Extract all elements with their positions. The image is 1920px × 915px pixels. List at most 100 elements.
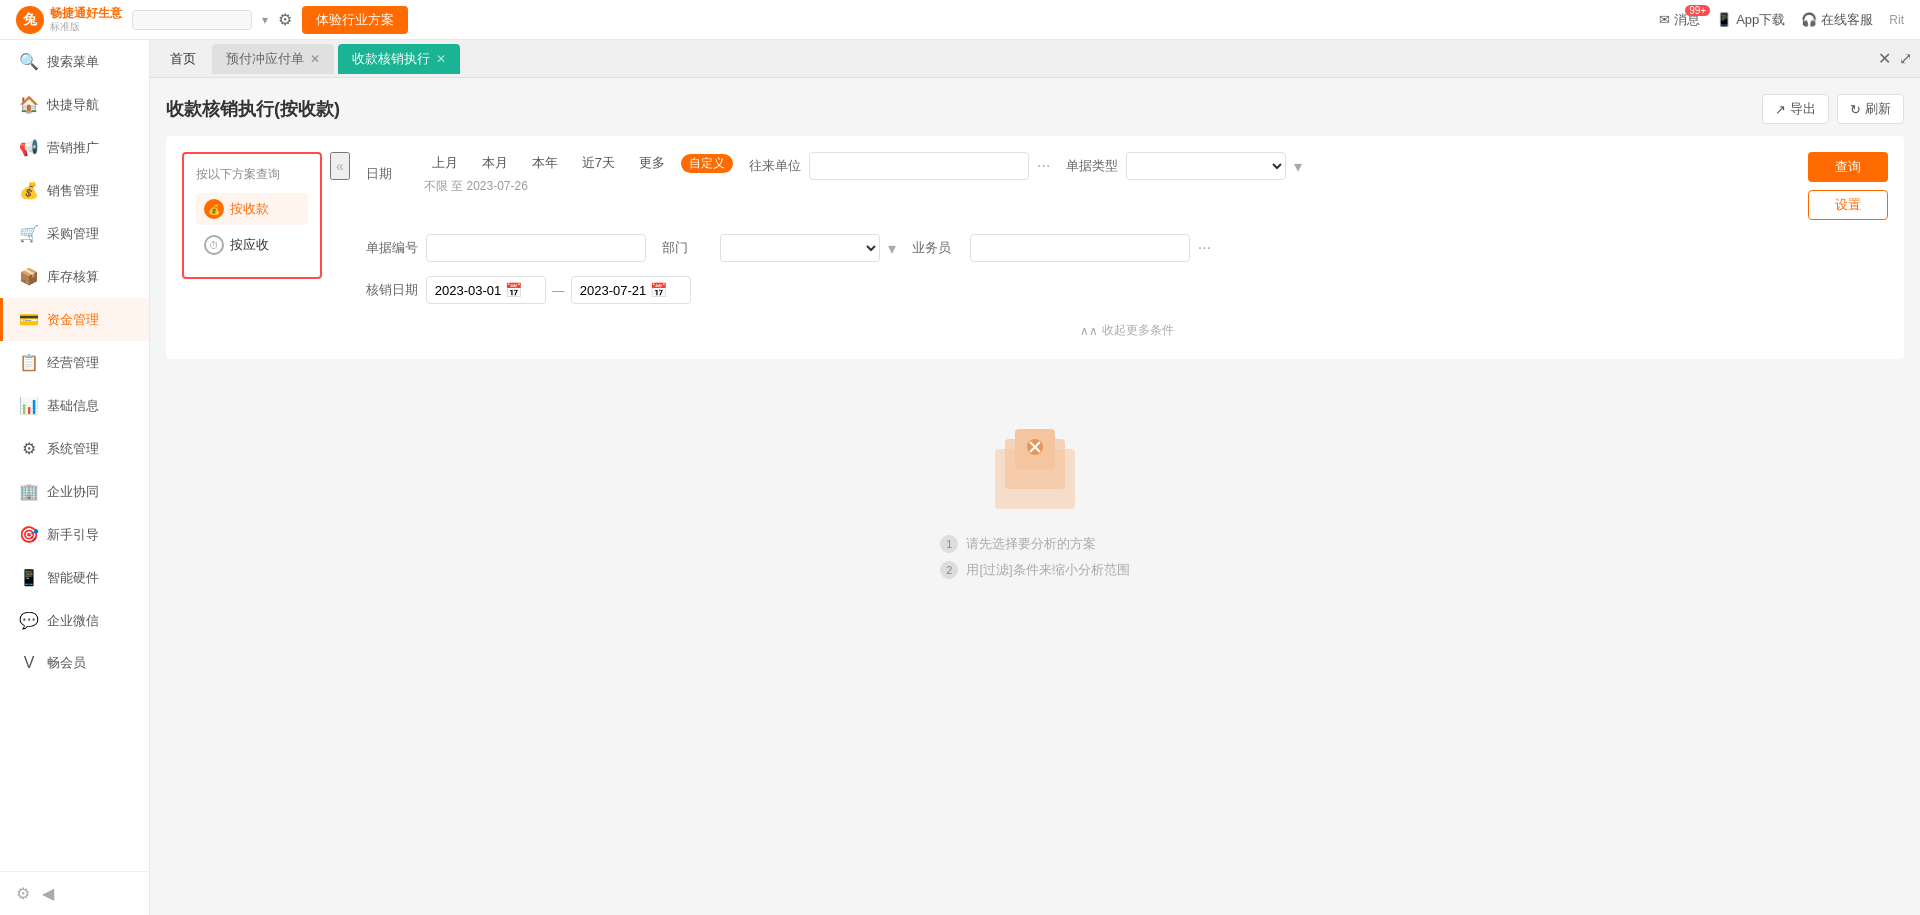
tab-bar-right: ✕ ⤢ [1878, 49, 1912, 68]
sidebar-item-basicinfo[interactable]: 📊 基础信息 [0, 384, 149, 427]
filter-scheme-title: 按以下方案查询 [196, 166, 308, 183]
page-actions: ↗ 导出 ↻ 刷新 [1762, 94, 1904, 124]
sales-icon: 💰 [19, 181, 39, 200]
sidebar-item-purchase[interactable]: 🛒 采购管理 [0, 212, 149, 255]
sidebar-item-inventory[interactable]: 📦 库存核算 [0, 255, 149, 298]
more-conditions-label: 收起更多条件 [1102, 322, 1174, 339]
sidebar-item-marketing[interactable]: 📢 营销推广 [0, 126, 149, 169]
refresh-button[interactable]: ↻ 刷新 [1837, 94, 1904, 124]
calendar-end-icon[interactable]: 📅 [650, 282, 667, 298]
settings-button[interactable]: 设置 [1808, 190, 1888, 220]
dept-select[interactable] [720, 234, 880, 262]
sidebar-item-enterprise[interactable]: 🏢 企业协同 [0, 470, 149, 513]
verify-date-range: 2023-03-01 📅 — 2023-07-21 📅 [426, 276, 691, 304]
more-conditions-button[interactable]: ∧∧ 收起更多条件 [1068, 318, 1186, 343]
member-icon: V [19, 654, 39, 672]
dept-label: 部门 [662, 239, 712, 257]
workspace-input[interactable] [132, 10, 252, 30]
sidebar-label-guide: 新手引导 [47, 526, 99, 544]
query-buttons: 查询 设置 [1808, 152, 1888, 220]
sidebar-item-search[interactable]: 🔍 搜索菜单 [0, 40, 149, 83]
message-button[interactable]: ✉ 消息 99+ [1659, 11, 1700, 29]
hardware-icon: 📱 [19, 568, 39, 587]
counterpart-field: 往来单位 ··· [749, 152, 1050, 180]
refresh-icon: ↻ [1850, 102, 1861, 117]
sidebar-item-system[interactable]: ⚙ 系统管理 [0, 427, 149, 470]
operation-icon: 📋 [19, 353, 39, 372]
query-button[interactable]: 查询 [1808, 152, 1888, 182]
dept-dropdown-icon[interactable]: ▾ [888, 239, 896, 258]
filter-option-receivable-label: 按应收 [230, 236, 269, 254]
tab-expand-button[interactable]: ⤢ [1899, 49, 1912, 68]
date-btn-last-month[interactable]: 上月 [424, 152, 466, 174]
sidebar-item-guide[interactable]: 🎯 新手引导 [0, 513, 149, 556]
logo-title: 畅捷通好生意 [50, 6, 122, 20]
export-label: 导出 [1790, 100, 1816, 118]
tab-bar: 首页 预付冲应付单 ✕ 收款核销执行 ✕ ✕ ⤢ [150, 40, 1920, 78]
tab-prepay-label: 预付冲应付单 [226, 50, 304, 68]
date-btn-this-year[interactable]: 本年 [524, 152, 566, 174]
online-service-button[interactable]: 🎧 在线客服 [1801, 11, 1873, 29]
empty-illustration [975, 419, 1095, 519]
staff-more-icon[interactable]: ··· [1198, 239, 1211, 257]
export-button[interactable]: ↗ 导出 [1762, 94, 1829, 124]
sidebar-item-weixin[interactable]: 💬 企业微信 [0, 599, 149, 642]
filter-panel: 按以下方案查询 💰 按收款 ⏱ 按应收 « [166, 136, 1904, 359]
date-btn-this-month[interactable]: 本月 [474, 152, 516, 174]
more-conditions-section: ∧∧ 收起更多条件 [366, 318, 1888, 343]
verify-date-end-input[interactable]: 2023-07-21 📅 [571, 276, 691, 304]
bottom-settings-icon[interactable]: ⚙ [16, 884, 30, 903]
sidebar-label-search: 搜索菜单 [47, 53, 99, 71]
logo-icon: 兔 [16, 6, 44, 34]
sidebar-item-quicknav[interactable]: 🏠 快捷导航 [0, 83, 149, 126]
bill-no-label: 单据编号 [366, 239, 418, 257]
counterpart-more-icon[interactable]: ··· [1037, 157, 1050, 175]
sidebar-item-fund[interactable]: 💳 资金管理 [0, 298, 149, 341]
collapse-filter-button[interactable]: « [330, 152, 350, 180]
settings-icon[interactable]: ⚙ [278, 10, 292, 29]
tip-text-2: 用[过滤]条件来缩小分析范围 [966, 561, 1129, 579]
tab-prepay-close-icon[interactable]: ✕ [310, 52, 320, 66]
bill-no-input[interactable] [426, 234, 646, 262]
export-icon: ↗ [1775, 102, 1786, 117]
sidebar-item-sales[interactable]: 💰 销售管理 [0, 169, 149, 212]
tab-prepay[interactable]: 预付冲应付单 ✕ [212, 44, 334, 74]
sidebar-label-hardware: 智能硬件 [47, 569, 99, 587]
date-btn-more[interactable]: 更多 [631, 152, 673, 174]
industry-button[interactable]: 体验行业方案 [302, 6, 408, 34]
tab-verify-close-icon[interactable]: ✕ [436, 52, 446, 66]
sidebar-item-member[interactable]: V 畅会员 [0, 642, 149, 684]
home-icon: 🏠 [19, 95, 39, 114]
main-layout: 🔍 搜索菜单 🏠 快捷导航 📢 营销推广 💰 销售管理 🛒 采购管理 📦 库存核… [0, 40, 1920, 915]
sidebar-item-hardware[interactable]: 📱 智能硬件 [0, 556, 149, 599]
bill-type-dropdown-icon[interactable]: ▾ [1294, 157, 1302, 176]
tab-home[interactable]: 首页 [158, 44, 208, 74]
counterpart-input[interactable] [809, 152, 1029, 180]
date-btn-7days[interactable]: 近7天 [574, 152, 623, 174]
receipt-icon: 💰 [204, 199, 224, 219]
app-download-button[interactable]: 📱 App下载 [1716, 11, 1785, 29]
date-separator: — [552, 283, 565, 298]
dropdown-chevron-icon[interactable]: ▾ [262, 13, 268, 27]
tab-close-all-button[interactable]: ✕ [1878, 49, 1891, 68]
bill-type-select[interactable] [1126, 152, 1286, 180]
sidebar-label-weixin: 企业微信 [47, 612, 99, 630]
sidebar-item-operation[interactable]: 📋 经营管理 [0, 341, 149, 384]
page-content: 收款核销执行(按收款) ↗ 导出 ↻ 刷新 按以下方案 [150, 78, 1920, 915]
filter-option-by-receipt[interactable]: 💰 按收款 [196, 193, 308, 225]
content-area: 首页 预付冲应付单 ✕ 收款核销执行 ✕ ✕ ⤢ 收款核销执行(按收款) ↗ [150, 40, 1920, 915]
app-label: App下载 [1736, 11, 1785, 29]
chevron-up-icon: ∧∧ [1080, 324, 1098, 338]
enterprise-icon: 🏢 [19, 482, 39, 501]
verify-date-start-value: 2023-03-01 [435, 283, 502, 298]
sidebar-label-system: 系统管理 [47, 440, 99, 458]
tab-verify[interactable]: 收款核销执行 ✕ [338, 44, 460, 74]
filter-option-by-receivable[interactable]: ⏱ 按应收 [196, 229, 308, 261]
staff-input[interactable] [970, 234, 1190, 262]
staff-label: 业务员 [912, 239, 962, 257]
calendar-start-icon[interactable]: 📅 [505, 282, 522, 298]
bottom-collapse-icon[interactable]: ◀ [42, 884, 54, 903]
bill-no-field: 单据编号 [366, 234, 646, 262]
date-custom-tag[interactable]: 自定义 [681, 154, 733, 173]
verify-date-start-input[interactable]: 2023-03-01 📅 [426, 276, 546, 304]
